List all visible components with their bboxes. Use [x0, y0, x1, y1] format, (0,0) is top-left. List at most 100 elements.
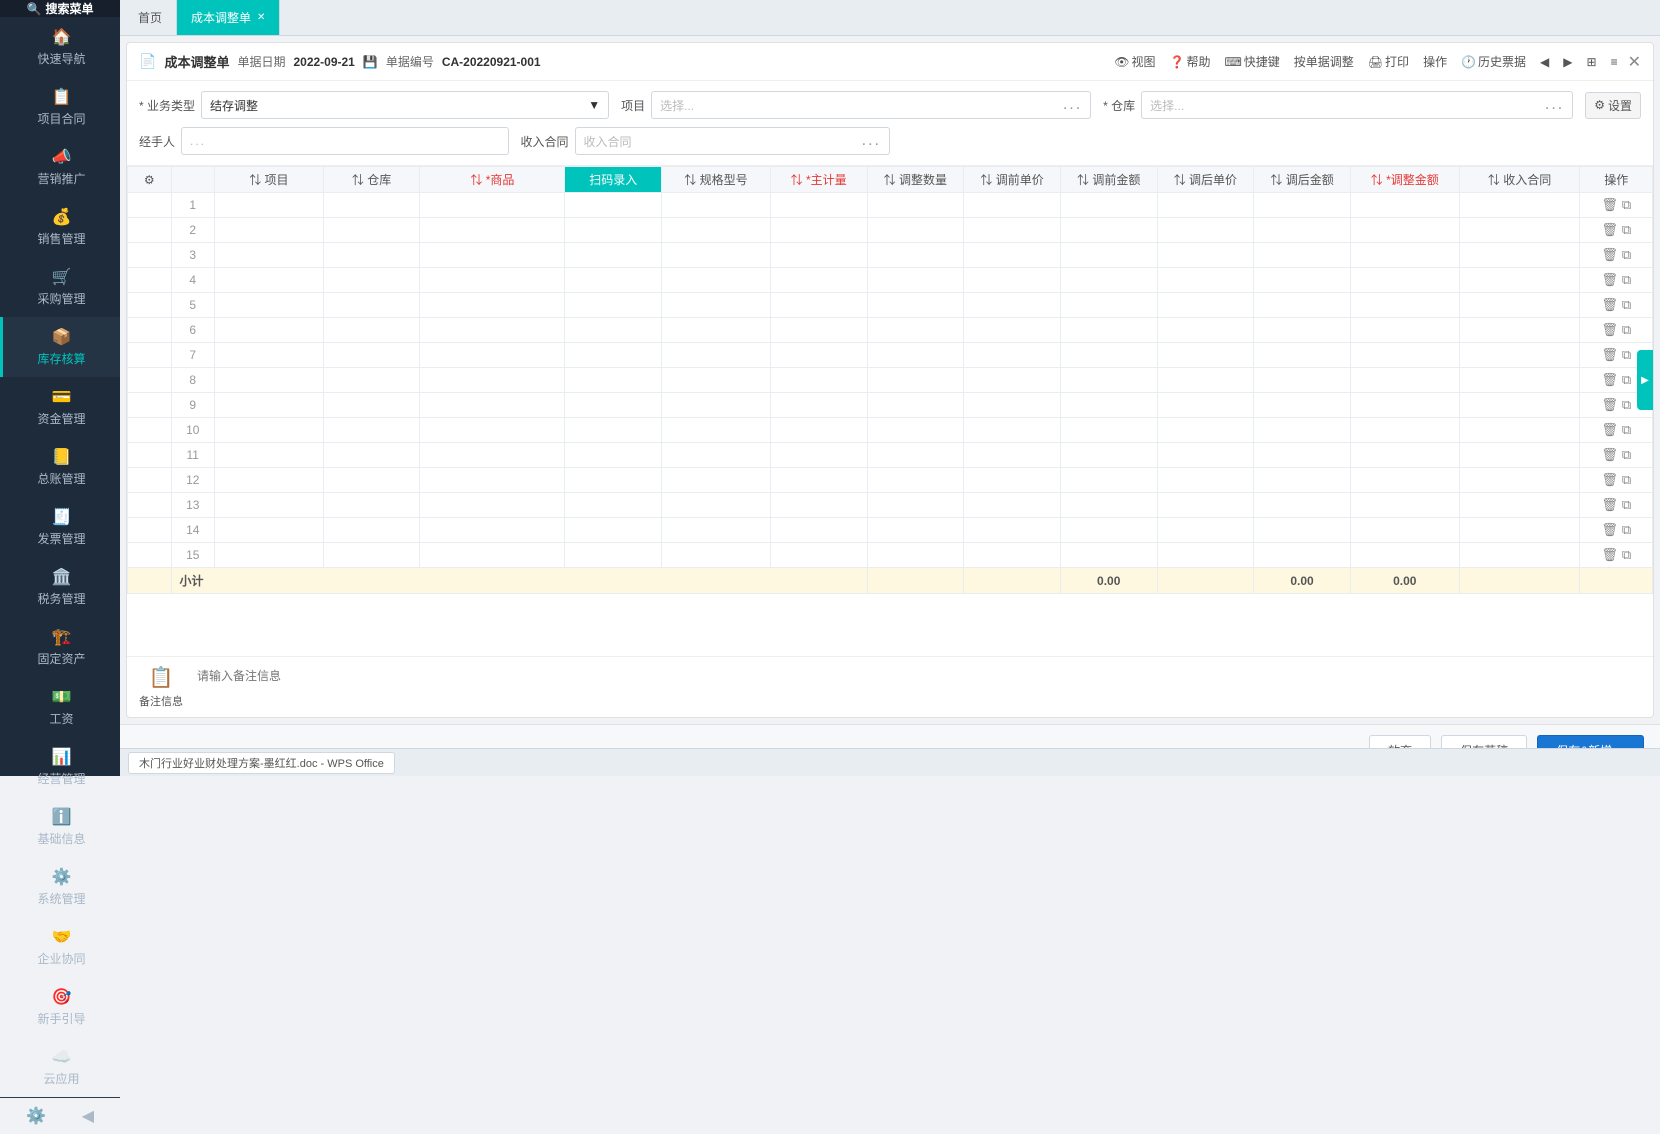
- sidebar-item-inventory[interactable]: 📦 库存核算: [0, 317, 120, 377]
- row-spec-14[interactable]: [662, 518, 771, 543]
- delete-icon-8[interactable]: 🗑: [1601, 372, 1618, 388]
- delete-icon-9[interactable]: 🗑: [1601, 397, 1618, 413]
- row-bamount-1[interactable]: [1060, 193, 1157, 218]
- row-aprice-13[interactable]: [1157, 493, 1254, 518]
- row-bamount-14[interactable]: [1060, 518, 1157, 543]
- row-warehouse-9[interactable]: [323, 393, 420, 418]
- row-unit-14[interactable]: [770, 518, 867, 543]
- help-btn[interactable]: ❓ 帮助: [1165, 51, 1214, 72]
- layout2-btn[interactable]: ≡: [1607, 53, 1622, 71]
- notes-icon-area[interactable]: 📋 备注信息: [139, 665, 183, 709]
- row-ic-10[interactable]: [1459, 418, 1580, 443]
- col-scan-enter[interactable]: 扫码录入: [565, 167, 662, 193]
- row-ic-12[interactable]: [1459, 468, 1580, 493]
- tab-home[interactable]: 首页: [124, 0, 177, 35]
- sidebar-item-ops[interactable]: 📊 经营管理: [0, 737, 120, 797]
- delete-icon-10[interactable]: 🗑: [1601, 422, 1618, 438]
- sidebar-item-fixed-assets[interactable]: 🏗️ 固定资产: [0, 617, 120, 677]
- row-goods-14[interactable]: [420, 518, 565, 543]
- sidebar-item-sales-promotion[interactable]: 📣 营销推广: [0, 137, 120, 197]
- settings-icon[interactable]: ⚙️: [26, 1106, 46, 1126]
- row-aamount-6[interactable]: [1254, 318, 1351, 343]
- row-bamount-5[interactable]: [1060, 293, 1157, 318]
- copy-icon-12[interactable]: ⧉: [1622, 472, 1631, 488]
- col-project[interactable]: ⇅ 项目: [215, 167, 324, 193]
- row-adjqty-8[interactable]: [867, 368, 964, 393]
- row-aprice-7[interactable]: [1157, 343, 1254, 368]
- col-adj-amount[interactable]: ⇅ *调整金额: [1350, 167, 1459, 193]
- copy-icon-11[interactable]: ⧉: [1622, 447, 1631, 463]
- copy-icon-6[interactable]: ⧉: [1622, 322, 1631, 338]
- row-unit-5[interactable]: [770, 293, 867, 318]
- row-aamount-14[interactable]: [1254, 518, 1351, 543]
- row-spec-6[interactable]: [662, 318, 771, 343]
- row-adjamt-12[interactable]: [1350, 468, 1459, 493]
- copy-icon-10[interactable]: ⧉: [1622, 422, 1631, 438]
- row-aamount-2[interactable]: [1254, 218, 1351, 243]
- row-adjamt-10[interactable]: [1350, 418, 1459, 443]
- row-ic-11[interactable]: [1459, 443, 1580, 468]
- row-aamount-12[interactable]: [1254, 468, 1351, 493]
- sidebar-item-quick-nav[interactable]: 🏠 快速导航: [0, 17, 120, 77]
- row-unit-1[interactable]: [770, 193, 867, 218]
- col-adj-qty[interactable]: ⇅ 调整数量: [867, 167, 964, 193]
- row-adjamt-7[interactable]: [1350, 343, 1459, 368]
- col-income-contract[interactable]: ⇅ 收入合同: [1459, 167, 1580, 193]
- row-spec-2[interactable]: [662, 218, 771, 243]
- row-bprice-10[interactable]: [964, 418, 1061, 443]
- warehouse-dots[interactable]: ...: [1545, 96, 1564, 114]
- row-spec-12[interactable]: [662, 468, 771, 493]
- taskbar-wps-item[interactable]: 木门行业好业财处理方案-墨红红.doc - WPS Office: [128, 752, 395, 774]
- row-adjamt-4[interactable]: [1350, 268, 1459, 293]
- row-adjqty-14[interactable]: [867, 518, 964, 543]
- row-warehouse-10[interactable]: [323, 418, 420, 443]
- row-ic-14[interactable]: [1459, 518, 1580, 543]
- row-goods-2[interactable]: [420, 218, 565, 243]
- row-aprice-15[interactable]: [1157, 543, 1254, 568]
- row-ic-3[interactable]: [1459, 243, 1580, 268]
- row-project-2[interactable]: [215, 218, 324, 243]
- row-spec-1[interactable]: [662, 193, 771, 218]
- row-aprice-8[interactable]: [1157, 368, 1254, 393]
- row-warehouse-6[interactable]: [323, 318, 420, 343]
- nav-next-btn[interactable]: ▶: [1559, 53, 1576, 71]
- sidebar-item-system[interactable]: ⚙️ 系统管理: [0, 857, 120, 917]
- delete-icon-2[interactable]: 🗑: [1601, 222, 1618, 238]
- row-ic-1[interactable]: [1459, 193, 1580, 218]
- row-bprice-8[interactable]: [964, 368, 1061, 393]
- row-goods-6[interactable]: [420, 318, 565, 343]
- history-btn[interactable]: 🕐 历史票据: [1457, 51, 1530, 72]
- row-unit-2[interactable]: [770, 218, 867, 243]
- row-ic-8[interactable]: [1459, 368, 1580, 393]
- row-scan-12[interactable]: [565, 468, 662, 493]
- delete-icon-5[interactable]: 🗑: [1601, 297, 1618, 313]
- row-project-10[interactable]: [215, 418, 324, 443]
- row-adjamt-2[interactable]: [1350, 218, 1459, 243]
- copy-icon-2[interactable]: ⧉: [1622, 222, 1631, 238]
- row-goods-12[interactable]: [420, 468, 565, 493]
- delete-icon-4[interactable]: 🗑: [1601, 272, 1618, 288]
- row-aamount-8[interactable]: [1254, 368, 1351, 393]
- row-adjqty-5[interactable]: [867, 293, 964, 318]
- income-contract-input[interactable]: 收入合同 ...: [575, 127, 890, 155]
- row-adjqty-12[interactable]: [867, 468, 964, 493]
- row-warehouse-11[interactable]: [323, 443, 420, 468]
- row-bprice-7[interactable]: [964, 343, 1061, 368]
- row-goods-13[interactable]: [420, 493, 565, 518]
- row-adjamt-11[interactable]: [1350, 443, 1459, 468]
- project-input[interactable]: 选择... ...: [651, 91, 1091, 119]
- row-bamount-2[interactable]: [1060, 218, 1157, 243]
- row-bamount-15[interactable]: [1060, 543, 1157, 568]
- row-scan-1[interactable]: [565, 193, 662, 218]
- row-goods-7[interactable]: [420, 343, 565, 368]
- delete-icon-7[interactable]: 🗑: [1601, 347, 1618, 363]
- row-adjqty-2[interactable]: [867, 218, 964, 243]
- row-adjamt-1[interactable]: [1350, 193, 1459, 218]
- delete-icon-12[interactable]: 🗑: [1601, 472, 1618, 488]
- row-scan-4[interactable]: [565, 268, 662, 293]
- row-project-3[interactable]: [215, 243, 324, 268]
- col-before-price[interactable]: ⇅ 调前单价: [964, 167, 1061, 193]
- row-warehouse-2[interactable]: [323, 218, 420, 243]
- notes-input[interactable]: [193, 665, 1641, 687]
- row-aamount-7[interactable]: [1254, 343, 1351, 368]
